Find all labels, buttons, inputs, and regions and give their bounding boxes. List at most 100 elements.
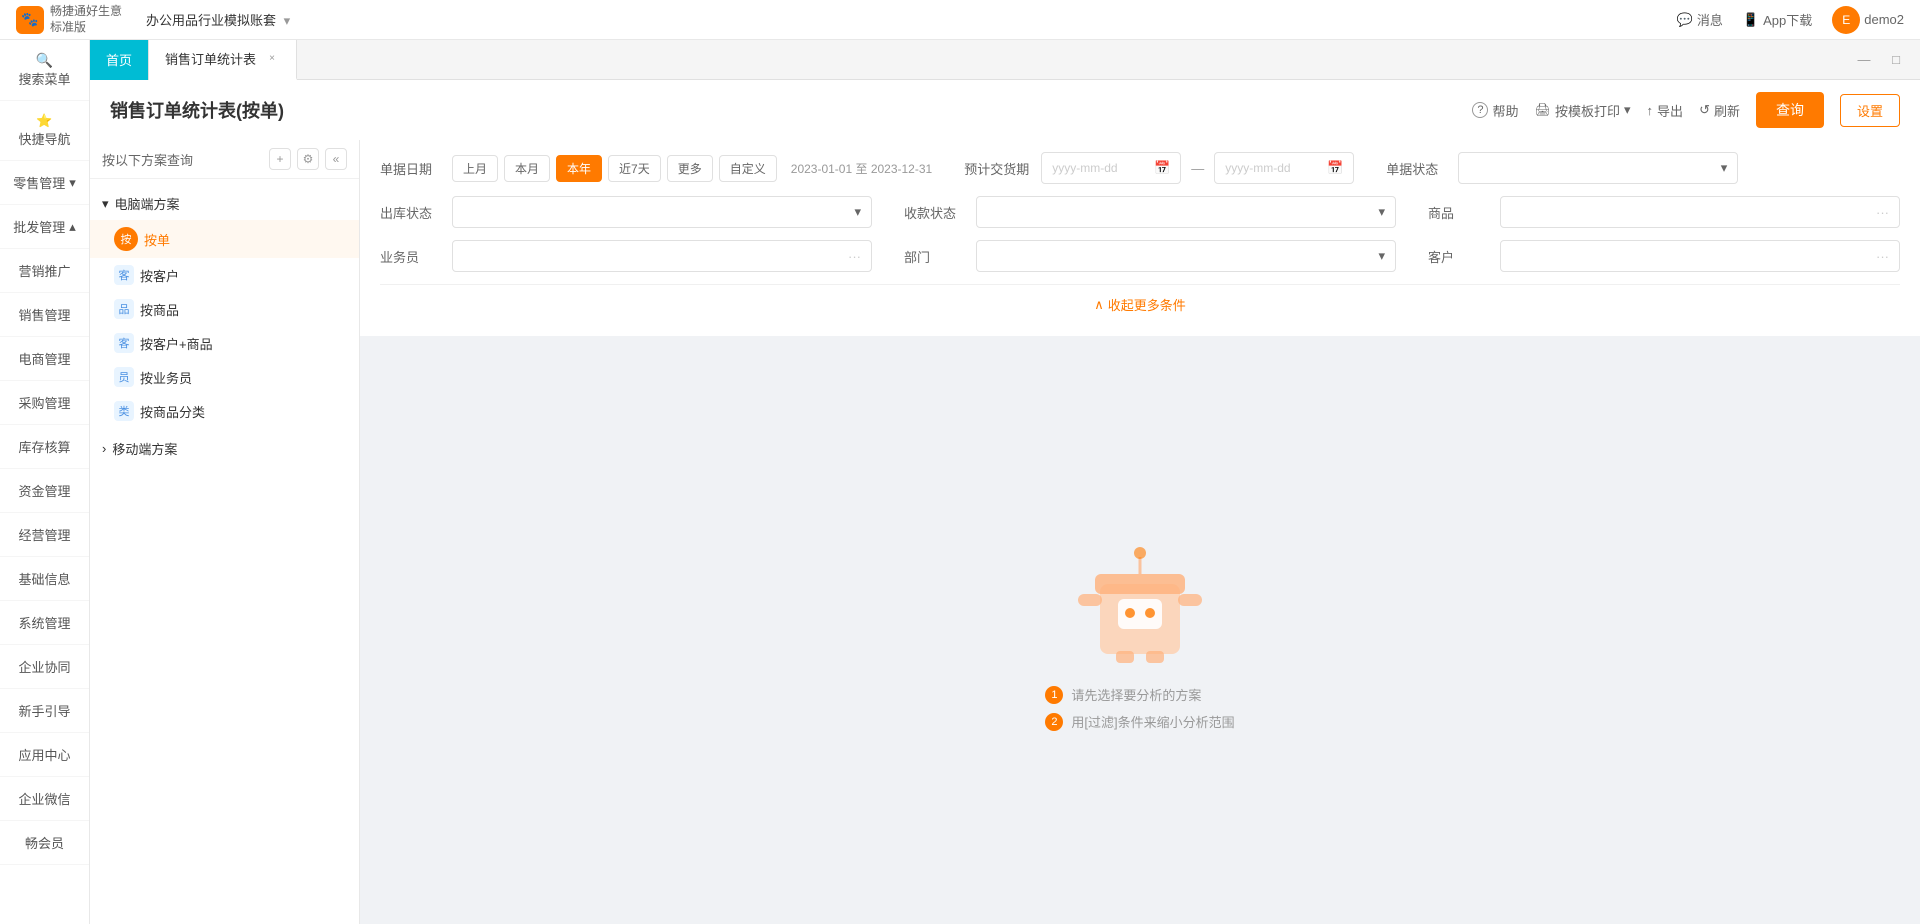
sidebar-item-sales[interactable]: 销售管理 [0,293,89,337]
help-button[interactable]: ? 帮助 [1472,101,1518,120]
settings-scheme-button[interactable]: ⚙ [297,148,319,170]
filter-row-3: 业务员 ··· 部门 ▾ 客户 [380,240,1900,272]
sidebar-item-wechat[interactable]: 企业微信 [0,777,89,821]
tree-item-by-customer-goods[interactable]: 客 按客户+商品 [90,326,359,360]
collapse-icon: ∧ [1094,297,1104,313]
pay-status-dropdown-icon: ▾ [1378,204,1385,220]
tree-expand-icon: ▾ [102,196,109,212]
tab-close-icon[interactable]: × [264,51,280,67]
calendar-icon-end: 📅 [1327,160,1343,176]
sidebar-item-retail[interactable]: 零售管理 ▾ [0,161,89,205]
tree-item-icon-sp: 员 [114,367,134,387]
tree-item-icon-order: 按 [114,227,138,251]
sidebar-item-member[interactable]: 畅会员 [0,821,89,865]
customer-select[interactable]: ··· [1500,240,1900,272]
ship-status-select[interactable]: ▾ [452,196,872,228]
date-separator: — [1187,161,1208,176]
this-year-btn[interactable]: 本年 [556,155,602,182]
sidebar-item-basics[interactable]: 基础信息 [0,557,89,601]
tree-pc-section[interactable]: ▾ 电脑端方案 [90,187,359,220]
department-label: 部门 [904,247,964,266]
tab-home[interactable]: 首页 [90,40,149,80]
empty-tip-2: 2 用[过滤]条件来缩小分析范围 [1045,712,1234,731]
tab-minimize-button[interactable]: — [1852,48,1876,72]
search-icon: 🔍 [0,52,89,69]
page-content: 销售订单统计表(按单) ? 帮助 🖨 按模板打印 ▾ ↑ 导出 [90,80,1920,924]
tree-item-by-goods[interactable]: 品 按商品 [90,292,359,326]
more-date-btn[interactable]: 更多 [667,155,713,182]
pay-status-select[interactable]: ▾ [976,196,1396,228]
page-title: 销售订单统计表(按单) [110,97,284,123]
sidebar-item-operations[interactable]: 经营管理 [0,513,89,557]
sidebar-item-ecommerce[interactable]: 电商管理 [0,337,89,381]
tree-item-by-salesperson[interactable]: 员 按业务员 [90,360,359,394]
custom-date-btn[interactable]: 自定义 [719,155,777,182]
filter-row-2: 出库状态 ▾ 收款状态 ▾ 商品 [380,196,1900,228]
download-button[interactable]: 📱 App下载 [1743,10,1812,29]
department-select[interactable]: ▾ [976,240,1396,272]
expected-date-start[interactable]: yyyy-mm-dd 📅 [1041,152,1181,184]
sidebar: 🔍 搜索菜单 ⭐ 快捷导航 零售管理 ▾ 批发管理 ▴ 营销推广 销售管理 电商… [0,40,90,924]
sidebar-item-system[interactable]: 系统管理 [0,601,89,645]
query-button[interactable]: 查询 [1756,92,1824,128]
date-buttons-group: 上月 本月 本年 近7天 更多 自定义 2023-01-01 至 2023-12… [452,155,932,182]
tree-mobile-section[interactable]: › 移动端方案 [90,432,359,465]
tab-maximize-button[interactable]: □ [1884,48,1908,72]
empty-tip-1: 1 请先选择要分析的方案 [1045,685,1234,704]
sidebar-item-finance[interactable]: 资金管理 [0,469,89,513]
top-bar: 🐾 畅捷通好生意 标准版 办公用品行业模拟账套 ▾ 💬 消息 📱 App下载 E… [0,0,1920,40]
sidebar-item-purchase[interactable]: 采购管理 [0,381,89,425]
goods-label: 商品 [1428,203,1488,222]
message-button[interactable]: 💬 消息 [1677,10,1723,29]
tree-mobile-expand-icon: › [102,441,106,456]
status-label: 单据状态 [1386,159,1446,178]
sidebar-item-search[interactable]: 🔍 搜索菜单 [0,40,89,101]
page-header: 销售订单统计表(按单) ? 帮助 🖨 按模板打印 ▾ ↑ 导出 [90,80,1920,140]
tree-item-icon-cat: 类 [114,401,134,421]
tree-item-icon-cg: 客 [114,333,134,353]
tab-bar: 首页 销售订单统计表 × — □ [90,40,1920,80]
calendar-icon-start: 📅 [1154,160,1170,176]
sidebar-item-wholesale[interactable]: 批发管理 ▴ [0,205,89,249]
sidebar-item-inventory[interactable]: 库存核算 [0,425,89,469]
salesperson-select[interactable]: ··· [452,240,872,272]
last-month-btn[interactable]: 上月 [452,155,498,182]
app-title[interactable]: 办公用品行业模拟账套 ▾ [146,10,290,29]
add-scheme-button[interactable]: + [269,148,291,170]
left-panel-title: 按以下方案查询 [102,150,263,169]
collapse-conditions-button[interactable]: ∧ 收起更多条件 [380,284,1900,324]
tab-bar-actions: — □ [1852,48,1920,72]
right-content: 单据日期 上月 本月 本年 近7天 更多 自定义 2023-01-01 至 20… [360,140,1920,924]
logo-icon: 🐾 [16,6,44,34]
empty-svg [1070,529,1210,669]
export-button[interactable]: ↑ 导出 [1647,101,1684,120]
tree-item-by-category[interactable]: 类 按商品分类 [90,394,359,428]
print-arrow-icon: ▾ [1624,102,1631,118]
goods-select[interactable]: ··· [1500,196,1900,228]
query-filter-area: 单据日期 上月 本月 本年 近7天 更多 自定义 2023-01-01 至 20… [360,140,1920,336]
wholesale-expand-icon: ▴ [69,219,76,235]
sidebar-item-shortcut[interactable]: ⭐ 快捷导航 [0,101,89,161]
tree-item-by-customer[interactable]: 客 按客户 [90,258,359,292]
user-area[interactable]: E demo2 [1832,6,1904,34]
print-button[interactable]: 🖨 按模板打印 ▾ [1534,101,1630,120]
last7-btn[interactable]: 近7天 [608,155,661,182]
tab-sales-report[interactable]: 销售订单统计表 × [149,40,297,80]
refresh-button[interactable]: ↺ 刷新 [1699,101,1740,120]
tree-section: ▾ 电脑端方案 按 按单 客 按客户 品 [90,179,359,473]
sidebar-item-enterprise[interactable]: 企业协同 [0,645,89,689]
sidebar-item-newuser[interactable]: 新手引导 [0,689,89,733]
tree-item-by-order[interactable]: 按 按单 [90,220,359,258]
this-month-btn[interactable]: 本月 [504,155,550,182]
sidebar-item-marketing[interactable]: 营销推广 [0,249,89,293]
collapse-panel-button[interactable]: « [325,148,347,170]
sidebar-item-appcenter[interactable]: 应用中心 [0,733,89,777]
download-icon: 📱 [1743,12,1759,28]
settings-button[interactable]: 设置 [1840,94,1900,127]
expected-date-end[interactable]: yyyy-mm-dd 📅 [1214,152,1354,184]
status-dropdown-icon: ▾ [1721,160,1728,176]
salesperson-label: 业务员 [380,247,440,266]
empty-state: 1 请先选择要分析的方案 2 用[过滤]条件来缩小分析范围 [360,336,1920,924]
status-select[interactable]: ▾ [1458,152,1738,184]
ship-status-label: 出库状态 [380,203,440,222]
